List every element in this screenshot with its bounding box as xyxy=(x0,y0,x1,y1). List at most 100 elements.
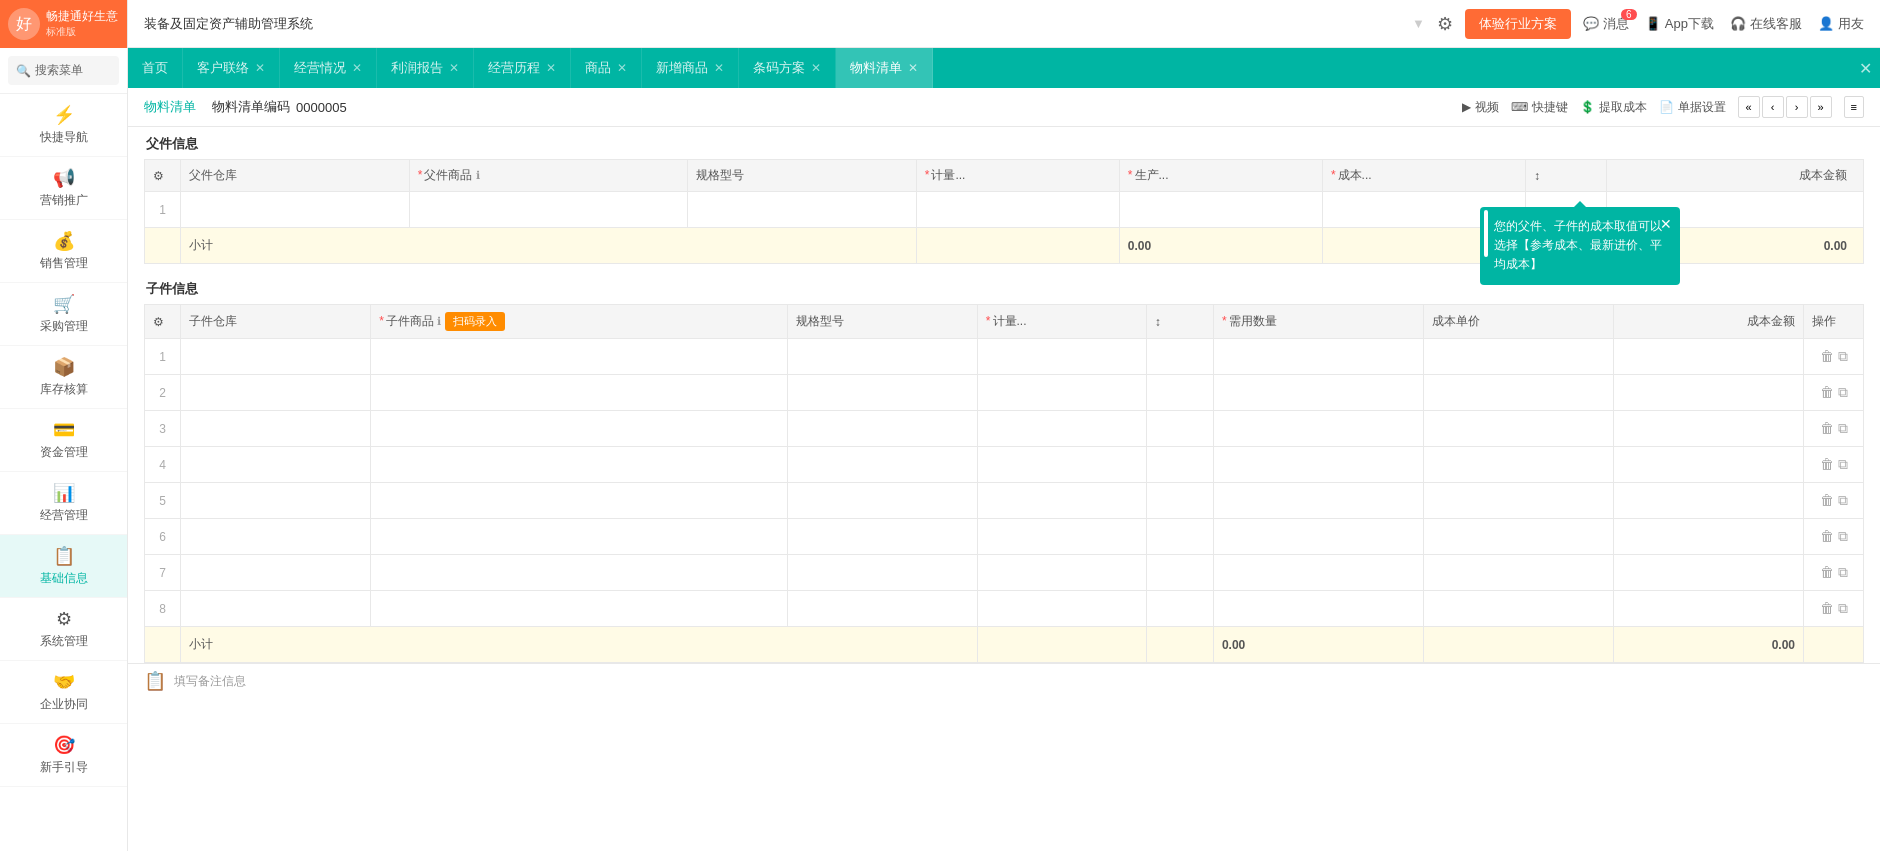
parent-row-1-goods[interactable] xyxy=(409,192,687,228)
copy-icon[interactable]: ⧉ xyxy=(1838,528,1848,545)
prev-prev-button[interactable]: « xyxy=(1738,96,1760,118)
message-item[interactable]: 💬 消息 6 xyxy=(1583,15,1629,33)
keyboard-icon: ⌨ xyxy=(1511,100,1528,114)
prev-button[interactable]: ‹ xyxy=(1762,96,1784,118)
delete-icon[interactable]: 🗑 xyxy=(1820,528,1834,545)
tab-operation[interactable]: 经营情况 ✕ xyxy=(280,48,377,88)
sidebar-item-purchase[interactable]: 🛒 采购管理 xyxy=(0,283,127,346)
notes-text[interactable]: 填写备注信息 xyxy=(174,673,246,690)
child-r1-qty[interactable] xyxy=(977,339,1146,375)
child-r1-cost-price[interactable] xyxy=(1423,339,1613,375)
tab-profit[interactable]: 利润报告 ✕ xyxy=(377,48,474,88)
tab-bom[interactable]: 物料清单 ✕ xyxy=(836,48,933,88)
child-col-settings[interactable]: ⚙ xyxy=(145,305,181,339)
tab-barcode-close[interactable]: ✕ xyxy=(811,61,821,75)
menu-button[interactable]: ≡ xyxy=(1844,96,1864,118)
tab-customer-label: 客户联络 xyxy=(197,59,249,77)
headset-icon: 🎧 xyxy=(1730,16,1746,31)
tab-operation-close[interactable]: ✕ xyxy=(352,61,362,75)
child-r1-sort[interactable] xyxy=(1146,339,1213,375)
tab-goods[interactable]: 商品 ✕ xyxy=(571,48,642,88)
delete-icon[interactable]: 🗑 xyxy=(1820,564,1834,581)
sidebar-search[interactable]: 🔍 搜索菜单 xyxy=(0,48,127,94)
sidebar-item-inventory[interactable]: 📦 库存核算 xyxy=(0,346,127,409)
sidebar-item-basic[interactable]: 📋 基础信息 xyxy=(0,535,127,598)
delete-icon[interactable]: 🗑 xyxy=(1820,456,1834,473)
next-next-button[interactable]: » xyxy=(1810,96,1832,118)
tab-customer-close[interactable]: ✕ xyxy=(255,61,265,75)
topbar-settings-icon[interactable]: ⚙ xyxy=(1437,13,1453,35)
get-cost-action[interactable]: 💲 提取成本 xyxy=(1580,99,1647,116)
delete-icon[interactable]: 🗑 xyxy=(1820,348,1834,365)
copy-icon[interactable]: ⧉ xyxy=(1838,348,1848,365)
parent-row-1-produce[interactable] xyxy=(1119,192,1322,228)
online-service-label: 在线客服 xyxy=(1750,15,1802,33)
tab-history[interactable]: 经营历程 ✕ xyxy=(474,48,571,88)
sidebar-item-sales[interactable]: 💰 销售管理 xyxy=(0,220,127,283)
parent-row-1-qty[interactable] xyxy=(916,192,1119,228)
parent-col-settings[interactable]: ⚙ xyxy=(145,160,181,192)
tab-new-goods-close[interactable]: ✕ xyxy=(714,61,724,75)
sidebar-item-enterprise[interactable]: 🤝 企业协同 xyxy=(0,661,127,724)
search-label: 搜索菜单 xyxy=(35,62,83,79)
trial-button[interactable]: 体验行业方案 xyxy=(1465,9,1571,39)
parent-col-qty: *计量... xyxy=(916,160,1119,192)
delete-icon[interactable]: 🗑 xyxy=(1820,600,1834,617)
online-service-item[interactable]: 🎧 在线客服 xyxy=(1730,15,1802,33)
inventory-icon: 📦 xyxy=(53,356,75,378)
page-nav-buttons: « ‹ › » xyxy=(1738,96,1832,118)
next-button[interactable]: › xyxy=(1786,96,1808,118)
basic-label: 基础信息 xyxy=(40,570,88,587)
tab-barcode-label: 条码方案 xyxy=(753,59,805,77)
child-r1-needed[interactable] xyxy=(1213,339,1423,375)
tab-customer[interactable]: 客户联络 ✕ xyxy=(183,48,280,88)
app-download-item[interactable]: 📱 App下载 xyxy=(1645,15,1714,33)
sidebar-item-guide[interactable]: 🎯 新手引导 xyxy=(0,724,127,787)
child-r1-goods[interactable] xyxy=(371,339,788,375)
tab-home[interactable]: 首页 xyxy=(128,48,183,88)
parent-row-1-spec[interactable] xyxy=(687,192,916,228)
sidebar-item-marketing[interactable]: 📢 营销推广 xyxy=(0,157,127,220)
message-badge: 6 xyxy=(1621,9,1637,20)
child-r1-spec[interactable] xyxy=(787,339,977,375)
copy-icon[interactable]: ⧉ xyxy=(1838,456,1848,473)
scan-input-button[interactable]: 扫码录入 xyxy=(445,312,505,331)
tooltip-close-icon[interactable]: ✕ xyxy=(1660,213,1672,235)
single-settings-action[interactable]: 📄 单据设置 xyxy=(1659,99,1726,116)
tab-new-goods[interactable]: 新增商品 ✕ xyxy=(642,48,739,88)
tab-history-close[interactable]: ✕ xyxy=(546,61,556,75)
copy-icon[interactable]: ⧉ xyxy=(1838,420,1848,437)
sidebar-item-system[interactable]: ⚙ 系统管理 xyxy=(0,598,127,661)
child-r1-warehouse[interactable] xyxy=(181,339,371,375)
sidebar-item-operation[interactable]: 📊 经营管理 xyxy=(0,472,127,535)
copy-icon[interactable]: ⧉ xyxy=(1838,600,1848,617)
delete-icon[interactable]: 🗑 xyxy=(1820,492,1834,509)
tab-goods-close[interactable]: ✕ xyxy=(617,61,627,75)
shortcut-action[interactable]: ⌨ 快捷键 xyxy=(1511,99,1568,116)
tab-profit-close[interactable]: ✕ xyxy=(449,61,459,75)
sidebar-item-quicknav[interactable]: ⚡ 快捷导航 xyxy=(0,94,127,157)
parent-subtotal-label: 小计 xyxy=(181,228,917,264)
delete-icon[interactable]: 🗑 xyxy=(1820,420,1834,437)
breadcrumb[interactable]: 物料清单 xyxy=(144,98,196,116)
copy-icon[interactable]: ⧉ xyxy=(1838,564,1848,581)
purchase-label: 采购管理 xyxy=(40,318,88,335)
user-item[interactable]: 👤 用友 xyxy=(1818,15,1864,33)
marketing-label: 营销推广 xyxy=(40,192,88,209)
sidebar: 好 畅捷通好生意 标准版 🔍 搜索菜单 ⚡ 快捷导航 📢 营销推广 💰 销售管理… xyxy=(0,0,128,851)
logo: 好 畅捷通好生意 标准版 xyxy=(0,0,127,48)
sidebar-item-finance[interactable]: 💳 资金管理 xyxy=(0,409,127,472)
tab-bom-close[interactable]: ✕ xyxy=(908,61,918,75)
tab-barcode[interactable]: 条码方案 ✕ xyxy=(739,48,836,88)
basic-icon: 📋 xyxy=(53,545,75,567)
view-action[interactable]: ▶ 视频 xyxy=(1462,99,1499,116)
topbar: 装备及固定资产辅助管理系统 ▼ ⚙ 体验行业方案 💬 消息 6 📱 App下载 … xyxy=(128,0,1880,48)
search-menu-button[interactable]: 🔍 搜索菜单 xyxy=(8,56,119,85)
copy-icon[interactable]: ⧉ xyxy=(1838,492,1848,509)
parent-row-1-warehouse[interactable] xyxy=(181,192,410,228)
copy-icon[interactable]: ⧉ xyxy=(1838,384,1848,401)
close-all-button[interactable]: ✕ xyxy=(1851,59,1880,78)
delete-icon[interactable]: 🗑 xyxy=(1820,384,1834,401)
inventory-label: 库存核算 xyxy=(40,381,88,398)
child-r8-actions: 🗑 ⧉ xyxy=(1804,591,1864,627)
